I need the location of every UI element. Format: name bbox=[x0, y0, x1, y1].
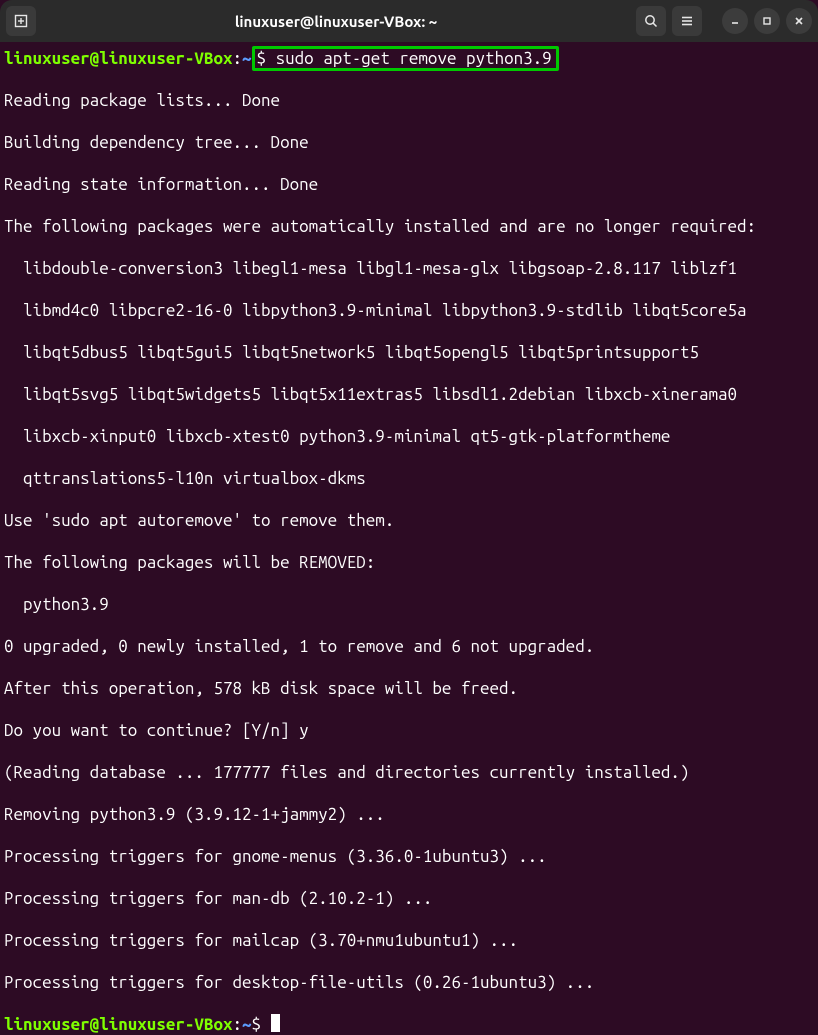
window-titlebar: linuxuser@linuxuser-VBox: ~ bbox=[0, 0, 818, 42]
output-line: Removing python3.9 (3.9.12-1+jammy2) ... bbox=[4, 804, 814, 825]
terminal-body[interactable]: linuxuser@linuxuser-VBox:~$ sudo apt-get… bbox=[0, 42, 818, 1035]
prompt-user-host: linuxuser@linuxuser-VBox bbox=[4, 1015, 232, 1034]
new-tab-button[interactable] bbox=[6, 6, 36, 36]
output-line: The following packages will be REMOVED: bbox=[4, 552, 814, 573]
output-line: (Reading database ... 177777 files and d… bbox=[4, 762, 814, 783]
output-line: Building dependency tree... Done bbox=[4, 132, 814, 153]
output-line: Processing triggers for desktop-file-uti… bbox=[4, 972, 814, 993]
output-line: The following packages were automaticall… bbox=[4, 216, 814, 237]
output-line: libdouble-conversion3 libegl1-mesa libgl… bbox=[4, 258, 814, 279]
prompt-sep: : bbox=[232, 49, 242, 68]
output-line: libqt5dbus5 libqt5gui5 libqt5network5 li… bbox=[4, 342, 814, 363]
output-line: qttranslations5-l10n virtualbox-dkms bbox=[4, 468, 814, 489]
output-line: python3.9 bbox=[4, 594, 814, 615]
prompt-path: ~ bbox=[242, 1015, 252, 1034]
command-highlight: $ sudo apt-get remove python3.9 bbox=[252, 46, 559, 71]
entered-command: sudo apt-get remove python3.9 bbox=[276, 49, 552, 68]
prompt-path: ~ bbox=[242, 49, 252, 68]
output-line: Reading package lists... Done bbox=[4, 90, 814, 111]
output-line: Processing triggers for gnome-menus (3.3… bbox=[4, 846, 814, 867]
prompt-symbol: $ bbox=[252, 1015, 262, 1034]
output-line: Do you want to continue? [Y/n] y bbox=[4, 720, 814, 741]
prompt-user-host: linuxuser@linuxuser-VBox bbox=[4, 49, 232, 68]
close-button[interactable] bbox=[786, 8, 812, 34]
output-line: Use 'sudo apt autoremove' to remove them… bbox=[4, 510, 814, 531]
prompt-symbol: $ bbox=[257, 49, 267, 68]
prompt-sep: : bbox=[232, 1015, 242, 1034]
output-line: Processing triggers for man-db (2.10.2-1… bbox=[4, 888, 814, 909]
maximize-button[interactable] bbox=[754, 8, 780, 34]
menu-button[interactable] bbox=[672, 6, 702, 36]
output-line: 0 upgraded, 0 newly installed, 1 to remo… bbox=[4, 636, 814, 657]
output-line: After this operation, 578 kB disk space … bbox=[4, 678, 814, 699]
terminal-cursor bbox=[271, 1014, 280, 1032]
output-line: Processing triggers for mailcap (3.70+nm… bbox=[4, 930, 814, 951]
search-button[interactable] bbox=[636, 6, 666, 36]
output-line: libmd4c0 libpcre2-16-0 libpython3.9-mini… bbox=[4, 300, 814, 321]
output-line: libxcb-xinput0 libxcb-xtest0 python3.9-m… bbox=[4, 426, 814, 447]
output-line: libqt5svg5 libqt5widgets5 libqt5x11extra… bbox=[4, 384, 814, 405]
output-line: Reading state information... Done bbox=[4, 174, 814, 195]
minimize-button[interactable] bbox=[722, 8, 748, 34]
window-title: linuxuser@linuxuser-VBox: ~ bbox=[36, 11, 636, 32]
